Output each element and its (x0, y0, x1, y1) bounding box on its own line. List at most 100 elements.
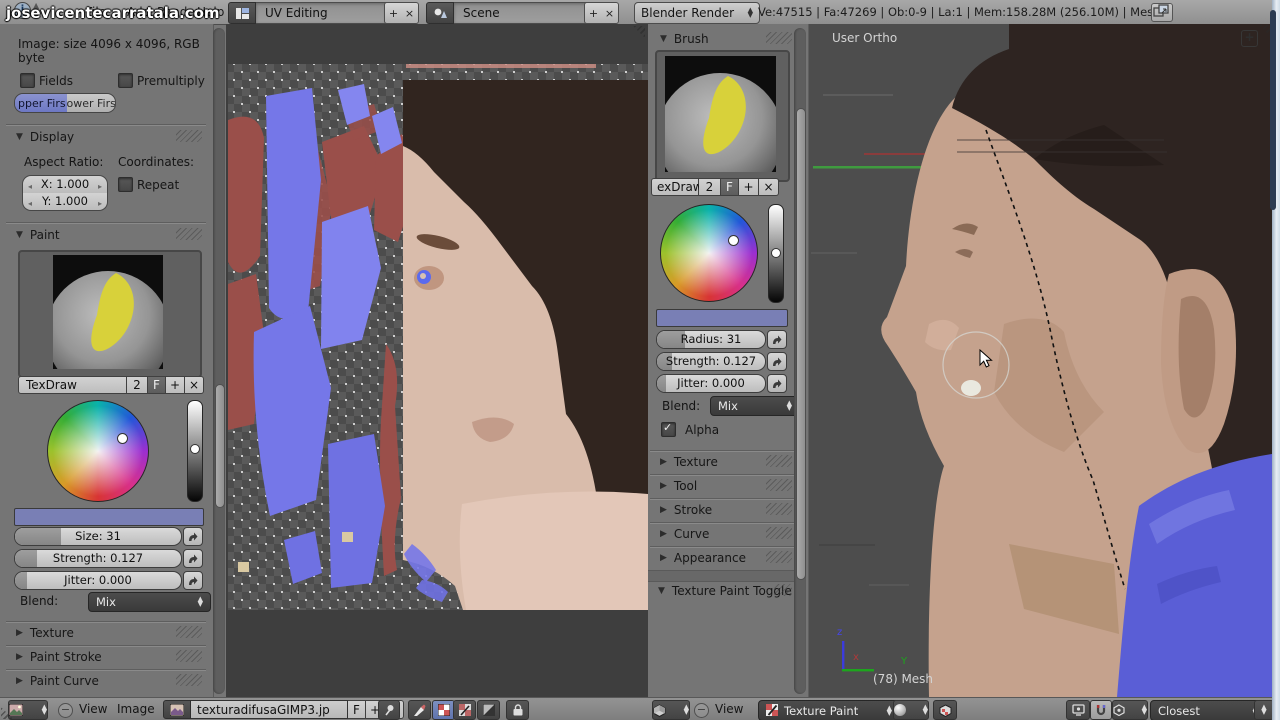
fields-checkbox[interactable] (20, 73, 35, 88)
scrollbar-thumb[interactable] (796, 108, 806, 580)
appearance-panel-header[interactable]: ▶ Appearance (660, 551, 746, 565)
texture-paint-toggle-header[interactable]: ▼ Texture Paint Toggle (658, 584, 792, 598)
strength-pressure-icon[interactable] (183, 549, 203, 568)
add-brush-button[interactable]: + (166, 376, 185, 394)
paint-checker-button[interactable] (453, 700, 476, 720)
aspect-y-field[interactable]: ◂ Y: 1.000 ▸ (22, 193, 108, 211)
jitter-pressure-icon[interactable] (767, 374, 787, 393)
snap-toggle-button[interactable] (1090, 700, 1112, 720)
window-duplicate-icon[interactable] (1151, 3, 1173, 22)
close-layout-button[interactable]: × (401, 2, 419, 24)
curve-panel-header[interactable]: ▶ Curve (660, 527, 709, 541)
brush-color-swatch[interactable] (14, 508, 204, 526)
jitter-slider[interactable]: Jitter: 0.000 (656, 374, 766, 393)
alpha-checkbox[interactable]: ✓ (661, 421, 676, 437)
vp-menu-view[interactable]: View (715, 702, 743, 716)
panel-drag-hatch[interactable] (766, 455, 792, 467)
close-scene-button[interactable]: × (601, 2, 619, 24)
uv-image-editor-canvas[interactable] (226, 24, 649, 697)
aspect-x-field[interactable]: ◂ X: 1.000 ▸ (22, 175, 108, 194)
fake-user-button[interactable]: F (148, 376, 166, 394)
radius-slider[interactable]: Radius: 31 (656, 330, 766, 349)
pin-image-button[interactable] (378, 700, 400, 720)
brush-panel-header[interactable]: ▼ Brush (660, 32, 709, 46)
paint-curve-panel-header[interactable]: ▶ Paint Curve (16, 674, 99, 688)
panel-drag-hatch[interactable] (774, 584, 792, 596)
tool-shelf-scrollbar[interactable] (794, 28, 806, 694)
brush-name-field[interactable]: TexDraw (18, 376, 127, 394)
repeat-checkbox[interactable] (118, 177, 133, 192)
scene-name[interactable]: Scene (454, 2, 591, 24)
brush-name-field[interactable]: exDraw (651, 178, 703, 196)
fake-user-button[interactable]: F (348, 700, 366, 719)
scrollbar-thumb[interactable] (215, 384, 225, 508)
viewport-3d[interactable]: User Ortho (78) Mesh z x Y + (809, 24, 1272, 697)
color-wheel[interactable] (660, 204, 758, 302)
tool-panel-header[interactable]: ▶ Tool (660, 479, 697, 493)
snap-target-dropdown[interactable]: Closest ▲▼ (1150, 700, 1266, 720)
collapse-menus-icon[interactable]: − (58, 703, 73, 718)
strength-slider[interactable]: Strength: 0.127 (14, 549, 182, 568)
paint-mode-button[interactable] (408, 700, 431, 720)
panel-drag-hatch[interactable] (766, 479, 792, 491)
upper-first-button[interactable]: pper Firs (15, 94, 67, 112)
scene-selector[interactable]: Scene (426, 2, 591, 24)
pivot-point-button[interactable] (933, 700, 957, 720)
image-datablock-icon[interactable] (163, 700, 191, 719)
increment-icon[interactable]: ▸ (98, 196, 102, 212)
snap-element-button[interactable]: ▲ ▼ (1112, 700, 1148, 720)
blend-dropdown[interactable]: Mix ▲ ▼ (88, 592, 211, 612)
texture-panel-header[interactable]: ▶ Texture (660, 455, 718, 469)
decrement-icon[interactable]: ◂ (28, 196, 32, 212)
size-slider[interactable]: Size: 31 (14, 527, 182, 546)
manipulator-button[interactable] (1066, 700, 1090, 720)
properties-region-plus-icon[interactable]: + (1241, 30, 1258, 47)
brush-preview-box[interactable] (655, 50, 790, 182)
brush-users-button[interactable]: 2 (699, 178, 721, 196)
header-scroll-stepper[interactable]: ▲ ▼ (1254, 700, 1274, 720)
properties-panel-scrollbar[interactable] (213, 28, 225, 694)
unlink-brush-button[interactable]: × (759, 178, 779, 196)
strength-pressure-icon[interactable] (767, 352, 787, 371)
editor-type-selector[interactable]: ▲ ▼ (652, 700, 690, 720)
screen-layout-name[interactable]: UV Editing (256, 2, 387, 24)
fake-user-button[interactable]: F (721, 178, 739, 196)
blend-dropdown[interactable]: Mix ▲ ▼ (710, 396, 800, 416)
paint-stroke-panel-header[interactable]: ▶ Paint Stroke (16, 650, 102, 664)
uv-menu-view[interactable]: View (79, 702, 107, 716)
unlink-brush-button[interactable]: × (185, 376, 204, 394)
jitter-pressure-icon[interactable] (183, 571, 203, 590)
value-slider-dot[interactable] (771, 248, 781, 258)
display-panel-header[interactable]: ▼ Display (16, 130, 74, 144)
color-wheel[interactable] (47, 400, 149, 502)
premultiply-checkbox[interactable] (118, 73, 133, 88)
panel-drag-hatch[interactable] (176, 228, 202, 240)
alpha-view-button[interactable] (477, 700, 500, 720)
panel-drag-hatch[interactable] (766, 32, 792, 44)
strength-slider[interactable]: Strength: 0.127 (656, 352, 766, 371)
screen-layout-selector[interactable]: UV Editing (228, 2, 387, 24)
radius-pressure-icon[interactable] (767, 330, 787, 349)
brush-color-swatch[interactable] (656, 309, 788, 327)
size-pressure-icon[interactable] (183, 527, 203, 546)
panel-drag-hatch[interactable] (766, 503, 792, 515)
video-scrollbar-thumb[interactable] (1270, 10, 1276, 210)
uv-menu-image[interactable]: Image (117, 702, 155, 716)
value-slider-dot[interactable] (190, 444, 200, 454)
lower-first-button[interactable]: ower Firs (66, 94, 115, 112)
jitter-slider[interactable]: Jitter: 0.000 (14, 571, 182, 590)
texture-panel-header[interactable]: ▶ Texture (16, 626, 74, 640)
color-wheel-picker-dot[interactable] (728, 235, 739, 246)
panel-drag-hatch[interactable] (176, 130, 202, 142)
paint-panel-header[interactable]: ▼ Paint (16, 228, 60, 242)
image-name-field[interactable]: texturadifusaGIMP3.jp (191, 700, 348, 719)
uv-draw-mode-button[interactable] (432, 700, 455, 720)
brush-preview-box[interactable] (18, 250, 202, 378)
panel-drag-hatch[interactable] (176, 650, 202, 662)
render-engine-dropdown[interactable]: Blender Render ▲ ▼ (634, 2, 760, 24)
collapse-menus-icon[interactable]: − (694, 703, 709, 718)
color-wheel-picker-dot[interactable] (117, 433, 128, 444)
panel-drag-hatch[interactable] (176, 626, 202, 638)
brush-users-button[interactable]: 2 (127, 376, 148, 394)
panel-drag-hatch[interactable] (766, 527, 792, 539)
